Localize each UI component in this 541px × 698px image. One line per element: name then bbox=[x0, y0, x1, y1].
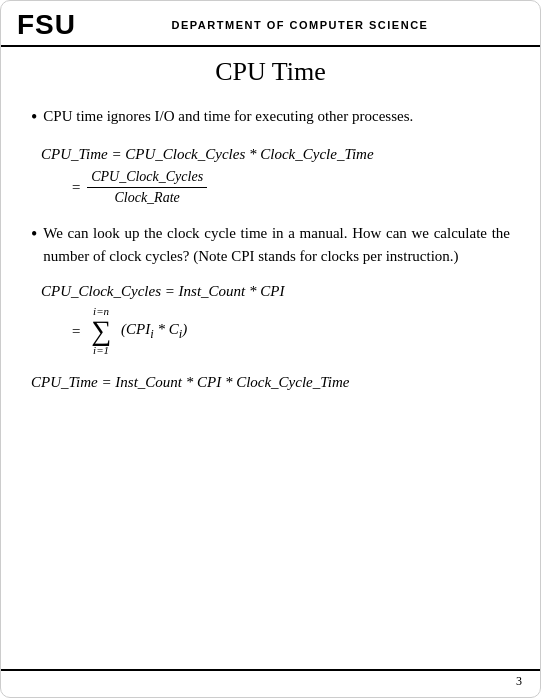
bullet-section-1: • CPU time ignores I/O and time for exec… bbox=[31, 105, 510, 130]
equation-line-1: CPU_Time = CPU_Clock_Cycles * Clock_Cycl… bbox=[41, 146, 510, 163]
fraction-denominator: Clock_Rate bbox=[110, 188, 183, 206]
equation-fraction-line: = CPU_Clock_Cycles Clock_Rate bbox=[41, 169, 510, 206]
bullet-section-2: • We can look up the clock cycle time in… bbox=[31, 222, 510, 267]
slide-page: FSU DEPARTMENT OF COMPUTER SCIENCE CPU T… bbox=[0, 0, 541, 698]
fsu-logo: FSU bbox=[17, 9, 76, 41]
bullet-dot-1: • bbox=[31, 105, 37, 130]
bullet-text-1: CPU time ignores I/O and time for execut… bbox=[43, 105, 510, 128]
bullet-dot-2: • bbox=[31, 222, 37, 247]
bullet-text-2: We can look up the clock cycle time in a… bbox=[43, 222, 510, 267]
bottom-divider bbox=[1, 669, 540, 671]
sigma-eq-sign: = bbox=[71, 323, 81, 340]
sum-lower: i=1 bbox=[93, 345, 109, 356]
sigma-expression: (CPIi * Ci) bbox=[121, 321, 187, 342]
fraction-numerator: CPU_Clock_Cycles bbox=[87, 169, 207, 188]
bullet-item-1: • CPU time ignores I/O and time for exec… bbox=[31, 105, 510, 130]
equation-block-2: CPU_Clock_Cycles = Inst_Count * CPI = i=… bbox=[31, 283, 510, 356]
bottom-equation: CPU_Time = Inst_Count * CPI * Clock_Cycl… bbox=[31, 374, 510, 391]
equation-block-1: CPU_Time = CPU_Clock_Cycles * Clock_Cycl… bbox=[31, 146, 510, 206]
slide-header: FSU DEPARTMENT OF COMPUTER SCIENCE bbox=[1, 1, 540, 47]
bullet-item-2: • We can look up the clock cycle time in… bbox=[31, 222, 510, 267]
sum-sigma: ∑ bbox=[91, 317, 111, 345]
page-number: 3 bbox=[516, 674, 522, 689]
sigma-block: = i=n ∑ i=1 (CPIi * Ci) bbox=[41, 306, 510, 356]
slide-title: CPU Time bbox=[31, 57, 510, 87]
fraction: CPU_Clock_Cycles Clock_Rate bbox=[87, 169, 207, 206]
fraction-eq-sign: = bbox=[71, 179, 81, 196]
summation-symbol: i=n ∑ i=1 bbox=[91, 306, 111, 356]
equation-line-2: CPU_Clock_Cycles = Inst_Count * CPI bbox=[41, 283, 510, 300]
department-name: DEPARTMENT OF COMPUTER SCIENCE bbox=[76, 19, 524, 31]
slide-content: CPU Time • CPU time ignores I/O and time… bbox=[1, 47, 540, 411]
